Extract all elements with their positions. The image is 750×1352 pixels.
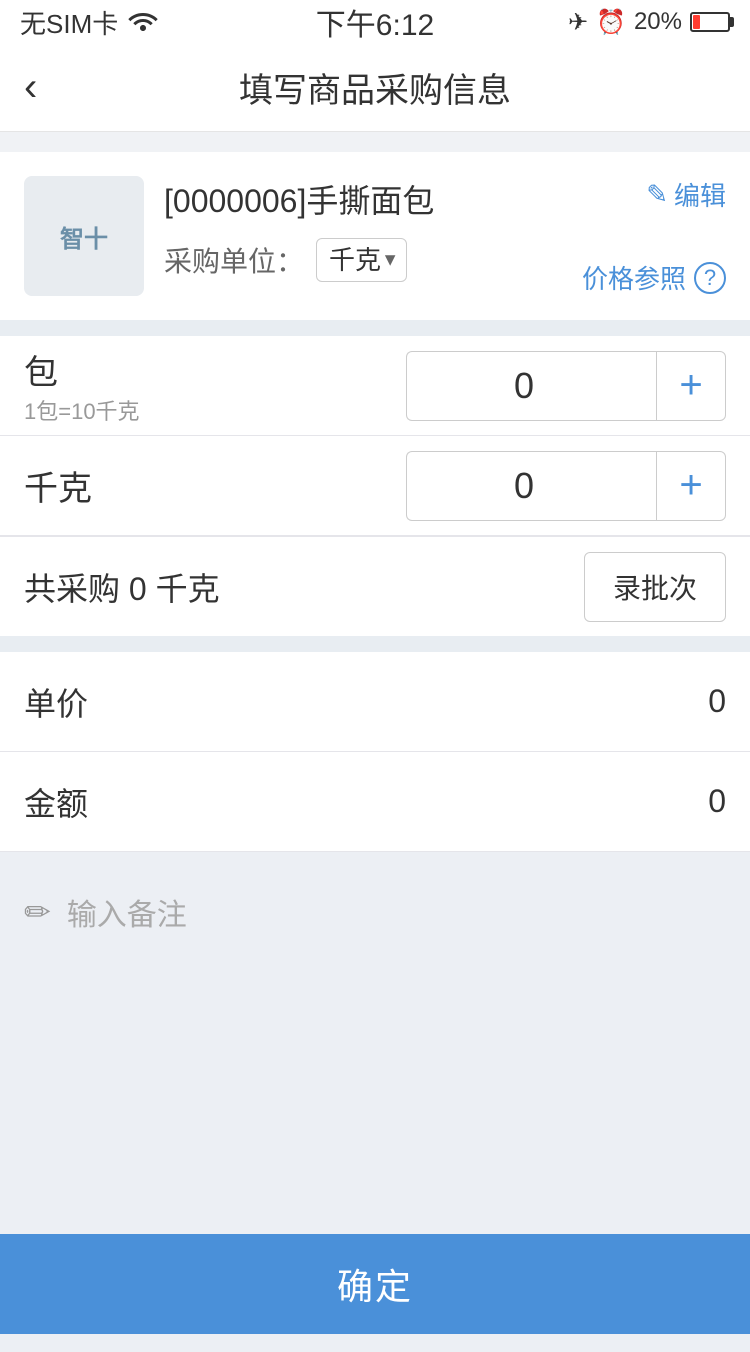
edit-button[interactable]: ✎ 编辑 xyxy=(646,176,726,213)
unit-price-value: 0 xyxy=(708,683,726,720)
kg-plus-button[interactable]: + xyxy=(656,451,726,521)
product-name: [0000006]手撕面包 xyxy=(164,176,726,222)
amount-row: 金额 0 xyxy=(0,752,750,852)
help-icon[interactable]: ? xyxy=(694,262,726,294)
carrier-text: 无SIM卡 xyxy=(20,4,118,41)
wifi-icon xyxy=(128,7,158,38)
bao-label-main: 包 xyxy=(24,345,184,394)
kg-label: 千克 xyxy=(24,461,184,510)
kg-input-area: + xyxy=(184,451,726,521)
unit-select-wrapper[interactable]: 千克 xyxy=(316,238,407,282)
confirm-button[interactable]: 确定 xyxy=(0,1234,750,1334)
kg-row: 千克 + xyxy=(0,436,750,536)
price-section: 单价 0 金额 0 xyxy=(0,652,750,852)
bao-label-sub: 1包=10千克 xyxy=(24,394,184,426)
status-time: 下午6:12 xyxy=(316,0,434,44)
kg-label-main: 千克 xyxy=(24,461,184,510)
summary-text: 共采购 0 千克 xyxy=(24,564,220,610)
section-divider-1 xyxy=(0,320,750,336)
battery-pct: 20% xyxy=(634,8,682,36)
battery-icon xyxy=(690,12,730,32)
price-ref-button[interactable]: 价格参照 ? xyxy=(582,259,726,296)
kg-input[interactable] xyxy=(406,451,656,521)
edit-label: 编辑 xyxy=(674,176,726,213)
batch-button[interactable]: 录批次 xyxy=(584,552,726,622)
alarm-icon: ⏰ xyxy=(596,8,626,37)
form-section: 包 1包=10千克 + 千克 + 共采购 0 千克 录批次 xyxy=(0,336,750,636)
note-icon: ✏ xyxy=(24,893,51,931)
unit-label: 采购单位： xyxy=(164,240,304,280)
amount-value: 0 xyxy=(708,783,726,820)
note-section[interactable]: ✏ 输入备注 xyxy=(0,852,750,972)
bao-input-area: + xyxy=(184,351,726,421)
note-placeholder: 输入备注 xyxy=(67,890,187,934)
amount-label: 金额 xyxy=(24,779,88,825)
back-button[interactable]: ‹ xyxy=(24,65,37,110)
nav-bar: ‹ 填写商品采购信息 xyxy=(0,44,750,132)
bao-input[interactable] xyxy=(406,351,656,421)
status-right: ✈ ⏰ 20% xyxy=(568,8,730,37)
location-icon: ✈ xyxy=(568,8,588,37)
status-bar: 无SIM卡 下午6:12 ✈ ⏰ 20% xyxy=(0,0,750,44)
summary-row: 共采购 0 千克 录批次 xyxy=(0,536,750,636)
product-image: 智十 xyxy=(24,176,144,296)
bao-plus-button[interactable]: + xyxy=(656,351,726,421)
bao-label: 包 1包=10千克 xyxy=(24,345,184,426)
bao-row: 包 1包=10千克 + xyxy=(0,336,750,436)
section-divider-2 xyxy=(0,636,750,652)
status-left: 无SIM卡 xyxy=(20,4,158,41)
edit-icon: ✎ xyxy=(646,179,668,210)
price-ref-label: 价格参照 xyxy=(582,259,686,296)
product-logo-text: 智十 xyxy=(60,219,108,254)
unit-price-row: 单价 0 xyxy=(0,652,750,752)
unit-price-label: 单价 xyxy=(24,679,88,725)
unit-select[interactable]: 千克 xyxy=(316,238,407,282)
product-card: 智十 [0000006]手撕面包 采购单位： 千克 ✎ 编辑 价格参照 ? xyxy=(0,152,750,320)
page-title: 填写商品采购信息 xyxy=(239,63,511,112)
